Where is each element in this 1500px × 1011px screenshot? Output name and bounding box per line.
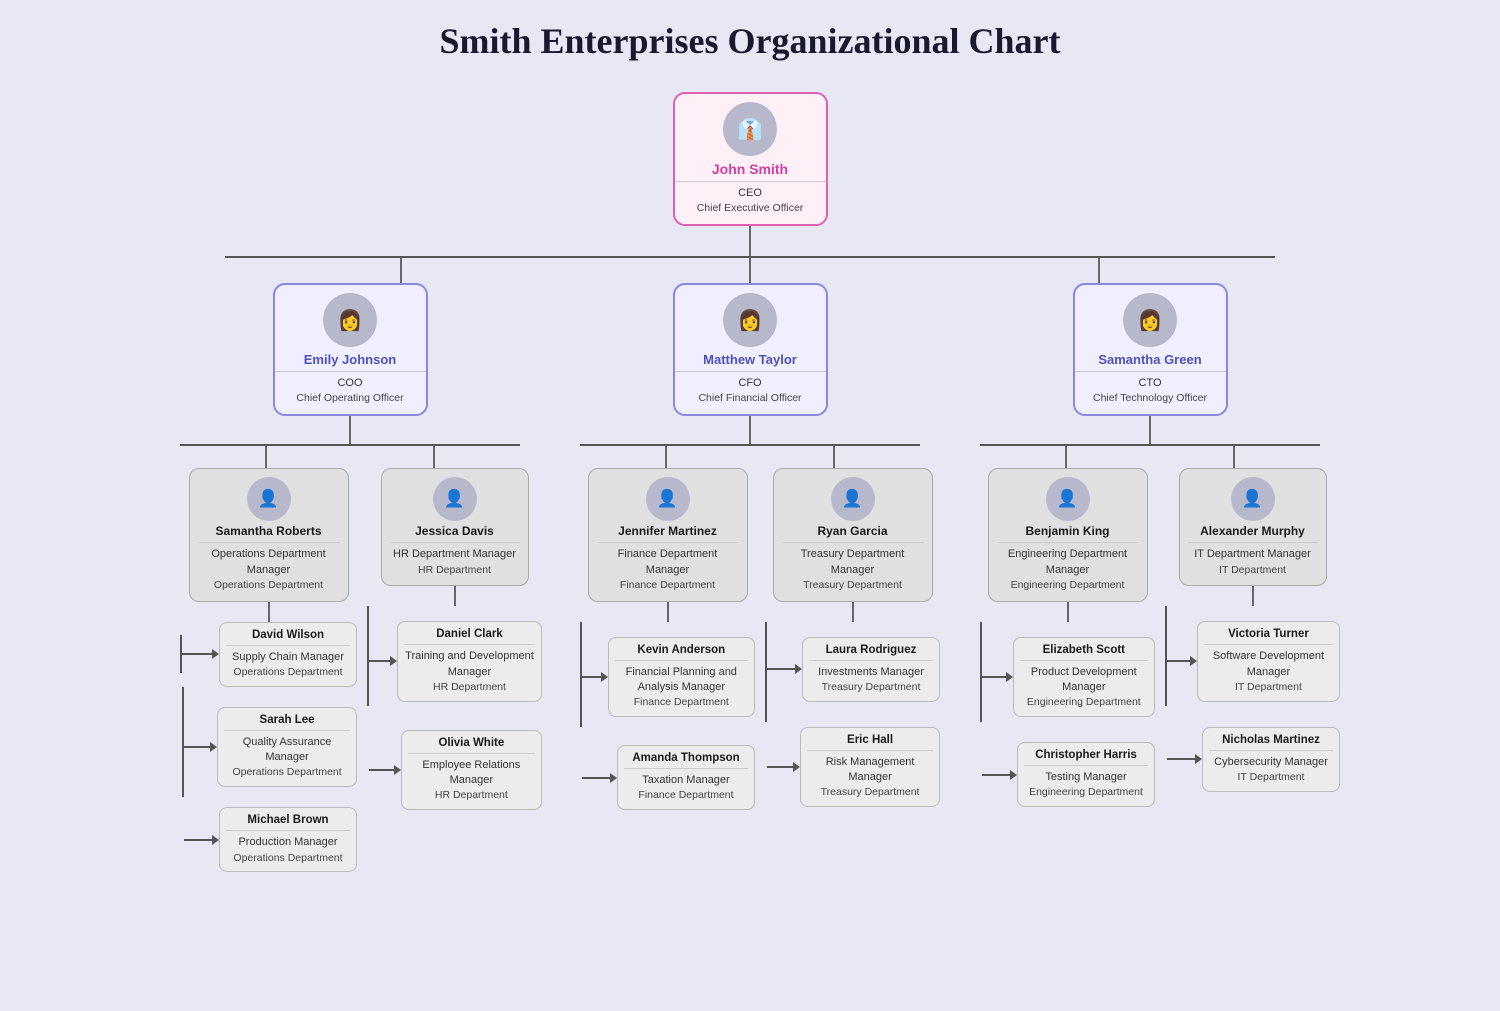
ceo-name: John Smith [675, 161, 826, 177]
mgr-ryan-node: 👤 Ryan Garcia Treasury Department Manage… [773, 468, 933, 601]
ceo-title: CEO [675, 186, 826, 201]
mgr-ryan-name: Ryan Garcia [782, 524, 924, 538]
vp-cto-subtitle: Chief Technology Officer [1075, 391, 1226, 406]
vp-coo-subtitle: Chief Operating Officer [275, 391, 426, 406]
sub-david-node: David Wilson Supply Chain Manager Operat… [219, 622, 357, 687]
mgr-jessica-name: Jessica Davis [390, 524, 520, 538]
ceo-avatar: 👔 [723, 102, 777, 156]
mgr-alexander-node: 👤 Alexander Murphy IT Department Manager… [1179, 468, 1327, 586]
ceo-branch: 👔 John Smith CEO Chief Executive Officer [225, 92, 1275, 283]
vp-cfo-branch: 👩 Matthew Taylor CFO Chief Financial Off… [550, 283, 950, 810]
vp-cfo-node: 👩 Matthew Taylor CFO Chief Financial Off… [673, 283, 828, 416]
vp-cto-name: Samantha Green [1075, 352, 1226, 367]
mgr-jennifer-dept: Finance Department [597, 578, 739, 593]
mgr-jennifer-branch: 👤 Jennifer Martinez Finance Department M… [580, 468, 755, 810]
mgr-ryan-branch: 👤 Ryan Garcia Treasury Department Manage… [765, 468, 940, 807]
mgr-jessica-branch: 👤 Jessica Davis HR Department Manager HR… [367, 468, 542, 810]
mgr-samantha-node: 👤 Samantha Roberts Operations Department… [189, 468, 349, 601]
vp-row: 👩 Emily Johnson COO Chief Operating Offi… [150, 283, 1350, 872]
mgr-jennifer-role: Finance Department Manager [597, 547, 739, 578]
ceo-down-line [749, 226, 751, 256]
mgr-alexander-dept: IT Department [1188, 563, 1318, 578]
vp-cfo-subtitle: Chief Financial Officer [675, 391, 826, 406]
mgr-jennifer-name: Jennifer Martinez [597, 524, 739, 538]
ceo-h-line [225, 256, 1275, 258]
sub-olivia-node: Olivia White Employee Relations Manager … [401, 730, 542, 810]
vp-coo-name: Emily Johnson [275, 352, 426, 367]
mgr-jessica-role: HR Department Manager [390, 547, 520, 562]
mgr-jessica-node: 👤 Jessica Davis HR Department Manager HR… [381, 468, 529, 586]
vp-coo-title: COO [275, 376, 426, 391]
mgr-benjamin-dept: Engineering Department [997, 578, 1139, 593]
mgr-alexander-role: IT Department Manager [1188, 547, 1318, 562]
sub-nicholas-node: Nicholas Martinez Cybersecurity Manager … [1202, 727, 1340, 792]
mgr-benjamin-avatar: 👤 [1046, 477, 1090, 521]
mgr-benjamin-node: 👤 Benjamin King Engineering Department M… [988, 468, 1148, 601]
vp-cfo-avatar: 👩 [723, 293, 777, 347]
sub-kevin-node: Kevin Anderson Financial Planning and An… [608, 637, 755, 717]
mgr-jessica-dept: HR Department [390, 563, 520, 578]
sub-laura-node: Laura Rodriguez Investments Manager Trea… [802, 637, 940, 702]
mgr-ryan-avatar: 👤 [831, 477, 875, 521]
mgr-alexander-branch: 👤 Alexander Murphy IT Department Manager… [1165, 468, 1340, 792]
ceo-bracket [225, 256, 1275, 283]
mgr-benjamin-branch: 👤 Benjamin King Engineering Department M… [980, 468, 1155, 807]
vp-drop-lines [225, 258, 1275, 283]
mgr-benjamin-name: Benjamin King [997, 524, 1139, 538]
ceo-subtitle: Chief Executive Officer [675, 201, 826, 216]
mgr-jennifer-avatar: 👤 [646, 477, 690, 521]
vp-coo-node: 👩 Emily Johnson COO Chief Operating Offi… [273, 283, 428, 416]
sub-victoria-node: Victoria Turner Software Development Man… [1197, 621, 1340, 701]
vp-coo-avatar: 👩 [323, 293, 377, 347]
sub-michael-node: Michael Brown Production Manager Operati… [219, 807, 357, 872]
page-title: Smith Enterprises Organizational Chart [20, 20, 1480, 62]
sub-daniel-node: Daniel Clark Training and Development Ma… [397, 621, 542, 701]
vp-cfo-name: Matthew Taylor [675, 352, 826, 367]
vp-cto-avatar: 👩 [1123, 293, 1177, 347]
mgr-samantha-avatar: 👤 [247, 477, 291, 521]
ceo-node: 👔 John Smith CEO Chief Executive Officer [673, 92, 828, 226]
vp-cto-node: 👩 Samantha Green CTO Chief Technology Of… [1073, 283, 1228, 416]
mgr-alexander-name: Alexander Murphy [1188, 524, 1318, 538]
mgr-samantha-branch: 👤 Samantha Roberts Operations Department… [180, 468, 357, 872]
mgr-samantha-role: Operations Department Manager [198, 547, 340, 578]
vp-cto-branch: 👩 Samantha Green CTO Chief Technology Of… [950, 283, 1350, 807]
mgr-samantha-name: Samantha Roberts [198, 524, 340, 538]
sub-sarah-node: Sarah Lee Quality Assurance Manager Oper… [217, 707, 357, 787]
mgr-ryan-role: Treasury Department Manager [782, 547, 924, 578]
sub-eric-node: Eric Hall Risk Management Manager Treasu… [800, 727, 940, 807]
mgr-benjamin-role: Engineering Department Manager [997, 547, 1139, 578]
cfo-mgr-row: 👤 Jennifer Martinez Finance Department M… [580, 468, 920, 810]
coo-mgr-row: 👤 Samantha Roberts Operations Department… [180, 468, 520, 872]
cto-mgr-row: 👤 Benjamin King Engineering Department M… [980, 468, 1320, 807]
sub-christopher-node: Christopher Harris Testing Manager Engin… [1017, 742, 1155, 807]
org-chart: 👔 John Smith CEO Chief Executive Officer… [20, 92, 1480, 872]
vp-cto-title: CTO [1075, 376, 1226, 391]
sub-elizabeth-node: Elizabeth Scott Product Development Mana… [1013, 637, 1155, 717]
sub-amanda-node: Amanda Thompson Taxation Manager Finance… [617, 745, 755, 810]
mgr-jennifer-node: 👤 Jennifer Martinez Finance Department M… [588, 468, 748, 601]
mgr-alexander-avatar: 👤 [1231, 477, 1275, 521]
vp-coo-branch: 👩 Emily Johnson COO Chief Operating Offi… [150, 283, 550, 872]
mgr-samantha-dept: Operations Department [198, 578, 340, 593]
mgr-ryan-dept: Treasury Department [782, 578, 924, 593]
mgr-jessica-avatar: 👤 [433, 477, 477, 521]
vp-cfo-title: CFO [675, 376, 826, 391]
